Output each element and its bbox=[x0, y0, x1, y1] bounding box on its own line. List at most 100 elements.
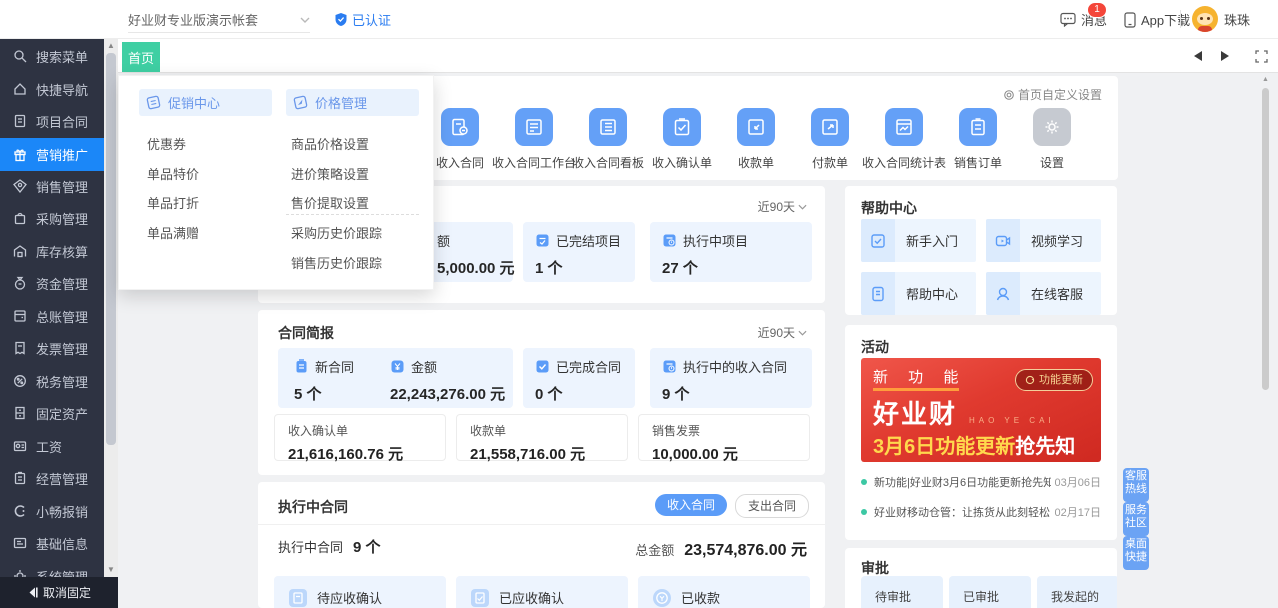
home-icon bbox=[14, 83, 26, 95]
news-item[interactable]: 新功能|好业财3月6日功能更新抢先知 03月06日 bbox=[861, 471, 1101, 493]
reimburse-c-icon bbox=[14, 505, 25, 517]
new-contract-card: 新合同 5 个 金额 22,243,276.00 元 bbox=[278, 348, 513, 408]
income-confirm-summary-card: 收入确认单 21,616,160.76 元 bbox=[274, 414, 446, 463]
help-center-panel: 帮助中心 新手入门 视频学习 帮助中心 在线客服 bbox=[845, 186, 1117, 315]
sidebar-scrollbar-thumb[interactable] bbox=[106, 53, 116, 445]
sidebar-scrollbar[interactable]: ▲ ▼ bbox=[104, 39, 118, 577]
toggle-expense-contract[interactable]: 支出合同 bbox=[734, 494, 809, 518]
sidebar-item-sales[interactable]: 销售管理 bbox=[0, 171, 104, 201]
account-select[interactable]: 好业财专业版演示帐套 bbox=[128, 7, 310, 33]
received-payment-card[interactable]: 已收款 bbox=[638, 576, 810, 608]
sidebar-item-fixed-assets[interactable]: 固定资产 bbox=[0, 398, 104, 428]
float-tab-service-hotline[interactable]: 客服热线 bbox=[1123, 468, 1149, 502]
payment-voucher-icon bbox=[811, 108, 849, 146]
sidebar-item-tax[interactable]: 税务管理 bbox=[0, 366, 104, 396]
flyout-item-sale-price-extract[interactable]: 售价提取设置 bbox=[291, 193, 369, 212]
sidebar-item-marketing[interactable]: 营销推广 bbox=[0, 138, 104, 171]
tab-prev-button[interactable] bbox=[1189, 47, 1207, 65]
confirmed-receivable-icon bbox=[471, 589, 489, 607]
running-count: 执行中合同 9 个 bbox=[278, 539, 381, 556]
sidebar-scroll-down-icon[interactable]: ▼ bbox=[104, 564, 118, 576]
flyout-item-sales-history-price[interactable]: 销售历史价跟踪 bbox=[291, 253, 382, 272]
contract-icon bbox=[14, 114, 26, 128]
flyout-item-purchase-price-strategy[interactable]: 进价策略设置 bbox=[291, 164, 369, 183]
approval-done-card[interactable]: 已审批 bbox=[949, 576, 1031, 608]
account-select-value: 好业财专业版演示帐套 bbox=[128, 13, 259, 28]
income-contract-stats-icon bbox=[885, 108, 923, 146]
unpin-sidebar-button[interactable]: 取消固定 bbox=[0, 577, 118, 608]
flyout-divider bbox=[286, 214, 419, 215]
pending-receivable-icon bbox=[289, 589, 307, 607]
shield-icon bbox=[335, 13, 347, 26]
project-amount-value: 5,000.00 元 bbox=[437, 260, 515, 277]
flyout-item-purchase-history-price[interactable]: 采购历史价跟踪 bbox=[291, 223, 382, 242]
tab-next-icon bbox=[1221, 51, 1229, 61]
sidebar-item-invoice[interactable]: 发票管理 bbox=[0, 333, 104, 363]
sidebar-item-operations[interactable]: 经营管理 bbox=[0, 463, 104, 493]
verified-badge[interactable]: 已认证 bbox=[334, 10, 391, 29]
news-item[interactable]: 好业财移动仓管：让拣货从此刻轻松 02月17日 bbox=[861, 501, 1101, 523]
sidebar-item-funds[interactable]: 资金管理 bbox=[0, 268, 104, 298]
flyout-item-coupon[interactable]: 优惠券 bbox=[147, 134, 186, 153]
banner-title: 好业财 bbox=[873, 399, 958, 429]
news-bullet bbox=[861, 479, 867, 485]
pending-receivable-card[interactable]: 待应收确认 bbox=[274, 576, 446, 608]
main-scrollbar[interactable]: ▲ bbox=[1261, 76, 1270, 606]
sidebar-item-ledger[interactable]: 总账管理 bbox=[0, 301, 104, 331]
scroll-up-icon[interactable]: ▲ bbox=[1261, 76, 1270, 83]
sidebar: 搜索菜单 快捷导航 项目合同 营销推广 销售管理 采购管理 库存核算 资金管理 bbox=[0, 39, 118, 608]
help-item-video-learning[interactable]: 视频学习 bbox=[986, 219, 1101, 262]
approval-pending-card[interactable]: 待审批 bbox=[861, 576, 943, 608]
gear-icon bbox=[1004, 89, 1014, 100]
chevron-down-icon bbox=[798, 204, 807, 210]
running-income-contract-card: 执行中的收入合同 9 个 bbox=[650, 348, 812, 408]
float-tab-desktop-shortcut[interactable]: 桌面快捷 bbox=[1123, 536, 1149, 570]
home-customize-button[interactable]: 首页自定义设置 bbox=[1003, 86, 1102, 103]
sidebar-scroll-up-icon[interactable]: ▲ bbox=[104, 40, 118, 52]
sidebar-item-search-menu[interactable]: 搜索菜单 bbox=[0, 41, 104, 71]
payroll-card-icon bbox=[13, 441, 27, 452]
promo-banner[interactable]: 新 功 能 功能更新 好业财 HAO YE CAI 3月6日功能更新抢先知 bbox=[861, 358, 1101, 462]
tab-home[interactable]: 首页 bbox=[122, 42, 160, 72]
sidebar-item-purchase[interactable]: 采购管理 bbox=[0, 203, 104, 233]
sidebar-item-reimburse[interactable]: 小畅报销 bbox=[0, 496, 104, 526]
flyout-item-product-price-setting[interactable]: 商品价格设置 bbox=[291, 134, 369, 153]
flyout-item-discount[interactable]: 单品打折 bbox=[147, 193, 199, 212]
sales-invoice-summary-card: 销售发票 10,000.00 元 bbox=[638, 414, 810, 463]
sidebar-item-inventory[interactable]: 库存核算 bbox=[0, 236, 104, 266]
messages-count-badge: 1 bbox=[1087, 2, 1107, 18]
running-income-contract-icon bbox=[663, 360, 676, 373]
unpin-icon bbox=[29, 587, 38, 598]
project-range-filter[interactable]: 近90天 bbox=[758, 198, 807, 215]
sidebar-item-base-info[interactable]: 基础信息 bbox=[0, 528, 104, 558]
app-download-label: App下载 bbox=[1141, 13, 1191, 28]
price-mgmt-header: 价格管理 bbox=[286, 89, 419, 116]
chevron-down-icon bbox=[798, 330, 807, 336]
quick-item-settings[interactable]: 设置 bbox=[1007, 108, 1097, 171]
float-tab-service-community[interactable]: 服务社区 bbox=[1123, 502, 1149, 536]
sidebar-item-quick-nav[interactable]: 快捷导航 bbox=[0, 74, 104, 104]
tab-prev-icon bbox=[1194, 51, 1202, 61]
getting-started-icon bbox=[861, 219, 895, 262]
approval-mine-card[interactable]: 我发起的 bbox=[1037, 576, 1117, 608]
contract-range-filter[interactable]: 近90天 bbox=[758, 324, 807, 341]
help-item-online-service[interactable]: 在线客服 bbox=[986, 272, 1101, 315]
flyout-item-special-price[interactable]: 单品特价 bbox=[147, 164, 199, 183]
sidebar-item-payroll[interactable]: 工资 bbox=[0, 431, 104, 461]
fullscreen-button[interactable] bbox=[1252, 47, 1270, 65]
tab-next-button[interactable] bbox=[1216, 47, 1234, 65]
flyout-item-gift-with-purchase[interactable]: 单品满赠 bbox=[147, 223, 199, 242]
message-icon bbox=[1060, 12, 1076, 27]
confirmed-receivable-card[interactable]: 已应收确认 bbox=[456, 576, 628, 608]
sidebar-item-project-contract[interactable]: 项目合同 bbox=[0, 106, 104, 136]
toggle-income-contract[interactable]: 收入合同 bbox=[654, 494, 727, 516]
clipboard-icon bbox=[14, 471, 26, 485]
banner-highlight: 3月6日功能更新 bbox=[873, 436, 1016, 458]
avatar[interactable] bbox=[1192, 6, 1218, 32]
received-payment-icon bbox=[653, 589, 671, 607]
username[interactable]: 珠珠 bbox=[1224, 10, 1250, 29]
purchase-bag-icon bbox=[14, 212, 26, 225]
help-item-help-center[interactable]: 帮助中心 bbox=[861, 272, 976, 315]
main-scrollbar-thumb[interactable] bbox=[1262, 88, 1269, 390]
help-item-getting-started[interactable]: 新手入门 bbox=[861, 219, 976, 262]
